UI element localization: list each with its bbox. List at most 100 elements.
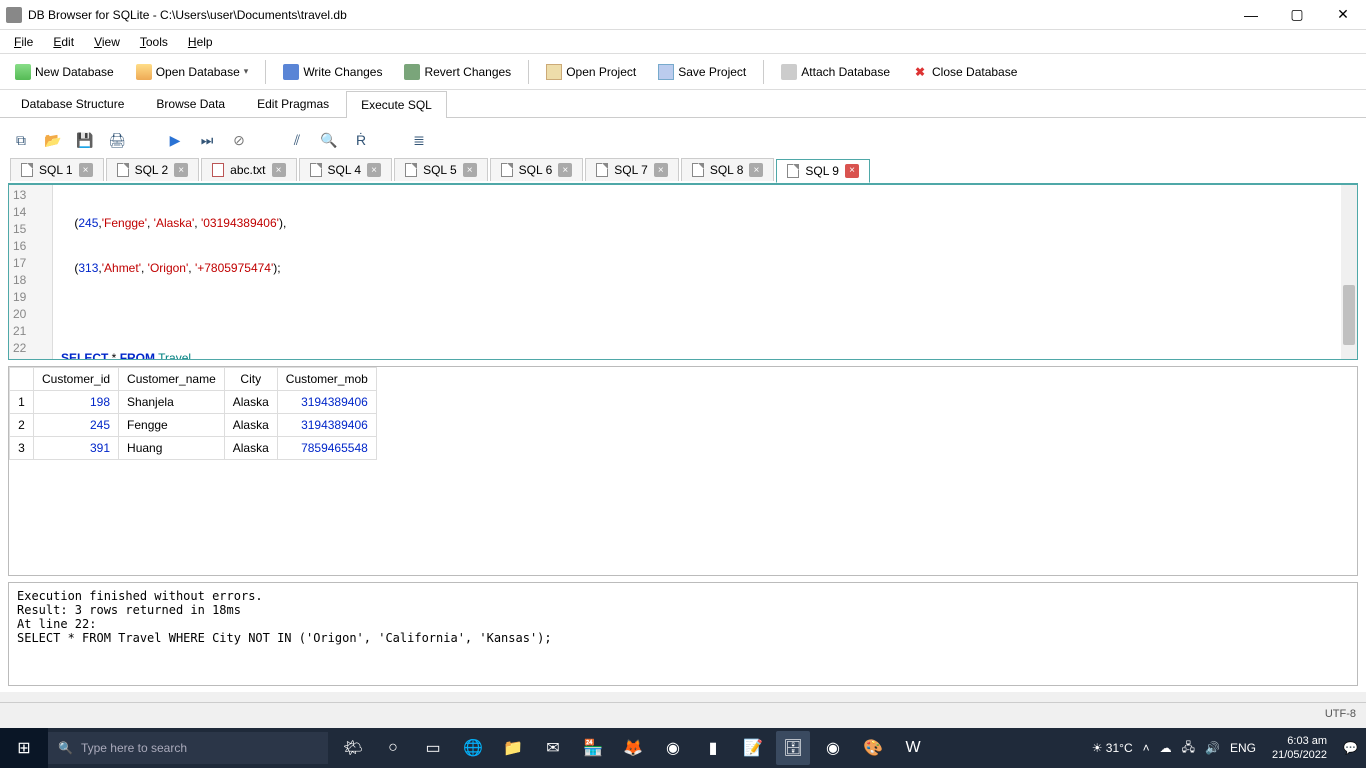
execute-current-line-button[interactable]	[198, 131, 216, 149]
print-button[interactable]	[108, 131, 126, 149]
cortana-icon[interactable]: ▭	[416, 731, 450, 765]
weather-temp[interactable]: ☀ 31°C	[1092, 741, 1133, 755]
table-row[interactable]: 1198ShanjelaAlaska3194389406	[10, 391, 377, 414]
sql-tab-label: SQL 5	[423, 163, 457, 177]
terminal-icon[interactable]: ▮	[696, 731, 730, 765]
new-sql-tab-button[interactable]	[12, 131, 30, 149]
word-icon[interactable]: W	[896, 731, 930, 765]
column-header[interactable]: Customer_id	[34, 368, 119, 391]
taskbar-clock[interactable]: 6:03 am 21/05/2022	[1266, 734, 1333, 762]
store-icon[interactable]: 🏪	[576, 731, 610, 765]
sql-tab-1[interactable]: SQL 1×	[10, 158, 104, 181]
new-database-button[interactable]: New Database	[6, 59, 123, 85]
tab-edit-pragmas[interactable]: Edit Pragmas	[242, 90, 344, 117]
editor-scrollbar[interactable]	[1341, 185, 1357, 359]
execution-log[interactable]: Execution finished without errors. Resul…	[8, 582, 1358, 686]
column-header[interactable]: Customer_name	[119, 368, 225, 391]
close-tab-icon[interactable]: ×	[79, 163, 93, 177]
menu-edit[interactable]: Edit	[45, 33, 82, 51]
maximize-button[interactable]: ▢	[1274, 0, 1320, 30]
tab-execute-sql[interactable]: Execute SQL	[346, 91, 447, 118]
revert-icon	[404, 64, 420, 80]
menu-tools[interactable]: Tools	[132, 33, 176, 51]
sql-tab-9[interactable]: SQL 9 ×	[776, 159, 870, 183]
column-header[interactable]: City	[224, 368, 277, 391]
task-view-icon[interactable]: ○	[376, 731, 410, 765]
save-results-button[interactable]	[288, 131, 306, 149]
close-tab-icon[interactable]: ×	[558, 163, 572, 177]
close-tab-icon[interactable]: ×	[174, 163, 188, 177]
stop-execution-button[interactable]	[230, 131, 248, 149]
find-button[interactable]	[320, 131, 338, 149]
save-sql-file-button[interactable]	[76, 131, 94, 149]
sql-tab-label: SQL 6	[519, 163, 553, 177]
save-project-button[interactable]: Save Project	[649, 59, 755, 85]
onedrive-icon[interactable]: ☁	[1160, 741, 1172, 755]
sql-tab-8[interactable]: SQL 8×	[681, 158, 775, 181]
clock-date: 21/05/2022	[1272, 748, 1327, 762]
mail-icon[interactable]: ✉	[536, 731, 570, 765]
menu-help[interactable]: Help	[180, 33, 221, 51]
encoding-indicator[interactable]: UTF-8	[1325, 708, 1356, 720]
tab-database-structure[interactable]: Database Structure	[6, 90, 139, 117]
revert-changes-label: Revert Changes	[424, 65, 511, 79]
paint-icon[interactable]: 🎨	[856, 731, 890, 765]
revert-changes-button[interactable]: Revert Changes	[395, 59, 520, 85]
open-database-button[interactable]: Open Database	[127, 59, 258, 85]
db-browser-icon[interactable]: 🗄	[776, 731, 810, 765]
sql-file-icon	[21, 163, 33, 177]
scrollbar-thumb[interactable]	[1343, 285, 1355, 345]
firefox-icon[interactable]: 🦊	[616, 731, 650, 765]
open-project-button[interactable]: Open Project	[537, 59, 645, 85]
format-sql-button[interactable]	[410, 131, 428, 149]
sql-tab-5[interactable]: SQL 5 ×	[394, 158, 488, 181]
close-database-button[interactable]: ✖Close Database	[903, 59, 1026, 85]
sql-editor[interactable]: 13141516171819202122 (245,'Fengge', 'Ala…	[8, 184, 1358, 360]
close-tab-icon[interactable]: ×	[749, 163, 763, 177]
table-row[interactable]: 2245FenggeAlaska3194389406	[10, 414, 377, 437]
attach-database-label: Attach Database	[801, 65, 890, 79]
find-replace-button[interactable]	[352, 131, 370, 149]
search-placeholder: Type here to search	[81, 741, 187, 755]
attach-database-button[interactable]: Attach Database	[772, 59, 899, 85]
execute-all-button[interactable]	[166, 131, 184, 149]
sql-tab-6[interactable]: SQL 6 ×	[490, 158, 584, 181]
close-tab-icon[interactable]: ×	[463, 163, 477, 177]
column-header[interactable]: Customer_mob	[277, 368, 376, 391]
sql-tab-7[interactable]: SQL 7×	[585, 158, 679, 181]
main-toolbar: New Database Open Database Write Changes…	[0, 54, 1366, 90]
table-row[interactable]: 3391HuangAlaska7859465548	[10, 437, 377, 460]
sql-code-area[interactable]: (245,'Fengge', 'Alaska', '03194389406'),…	[53, 185, 1357, 359]
sql-file-icon	[501, 163, 513, 177]
language-indicator[interactable]: ENG	[1230, 741, 1256, 755]
tab-browse-data[interactable]: Browse Data	[141, 90, 240, 117]
sql-file-tabs: SQL 1× SQL 2× abc.txt× SQL 4× SQL 5 × SQL…	[8, 156, 1358, 184]
menu-view[interactable]: View	[86, 33, 128, 51]
network-icon[interactable]: 🖧	[1182, 738, 1195, 759]
search-icon: 🔍	[58, 741, 73, 755]
close-window-button[interactable]: ✕	[1320, 0, 1366, 30]
sql-tab-3[interactable]: abc.txt×	[201, 158, 296, 181]
sql-tab-2[interactable]: SQL 2×	[106, 158, 200, 181]
tray-chevron-icon[interactable]: ˄	[1143, 741, 1150, 755]
write-changes-button[interactable]: Write Changes	[274, 59, 391, 85]
menu-file[interactable]: File	[6, 33, 41, 51]
notepad-icon[interactable]: 📝	[736, 731, 770, 765]
close-tab-icon[interactable]: ×	[654, 163, 668, 177]
start-button[interactable]: ⊞	[0, 728, 48, 768]
weather-widget-icon[interactable]: 🌤	[336, 731, 370, 765]
close-tab-icon[interactable]: ×	[367, 163, 381, 177]
close-tab-icon[interactable]: ×	[845, 164, 859, 178]
open-sql-file-button[interactable]	[44, 131, 62, 149]
sql-tab-label: SQL 9	[805, 164, 839, 178]
chrome-icon[interactable]: ◉	[656, 731, 690, 765]
taskbar-search[interactable]: 🔍 Type here to search	[48, 732, 328, 764]
edge-icon[interactable]: 🌐	[456, 731, 490, 765]
volume-icon[interactable]: 🔊	[1205, 741, 1220, 755]
file-explorer-icon[interactable]: 📁	[496, 731, 530, 765]
chrome-icon-2[interactable]: ◉	[816, 731, 850, 765]
minimize-button[interactable]: —	[1228, 0, 1274, 30]
sql-tab-4[interactable]: SQL 4×	[299, 158, 393, 181]
notifications-icon[interactable]: 💬	[1343, 741, 1358, 755]
close-tab-icon[interactable]: ×	[272, 163, 286, 177]
